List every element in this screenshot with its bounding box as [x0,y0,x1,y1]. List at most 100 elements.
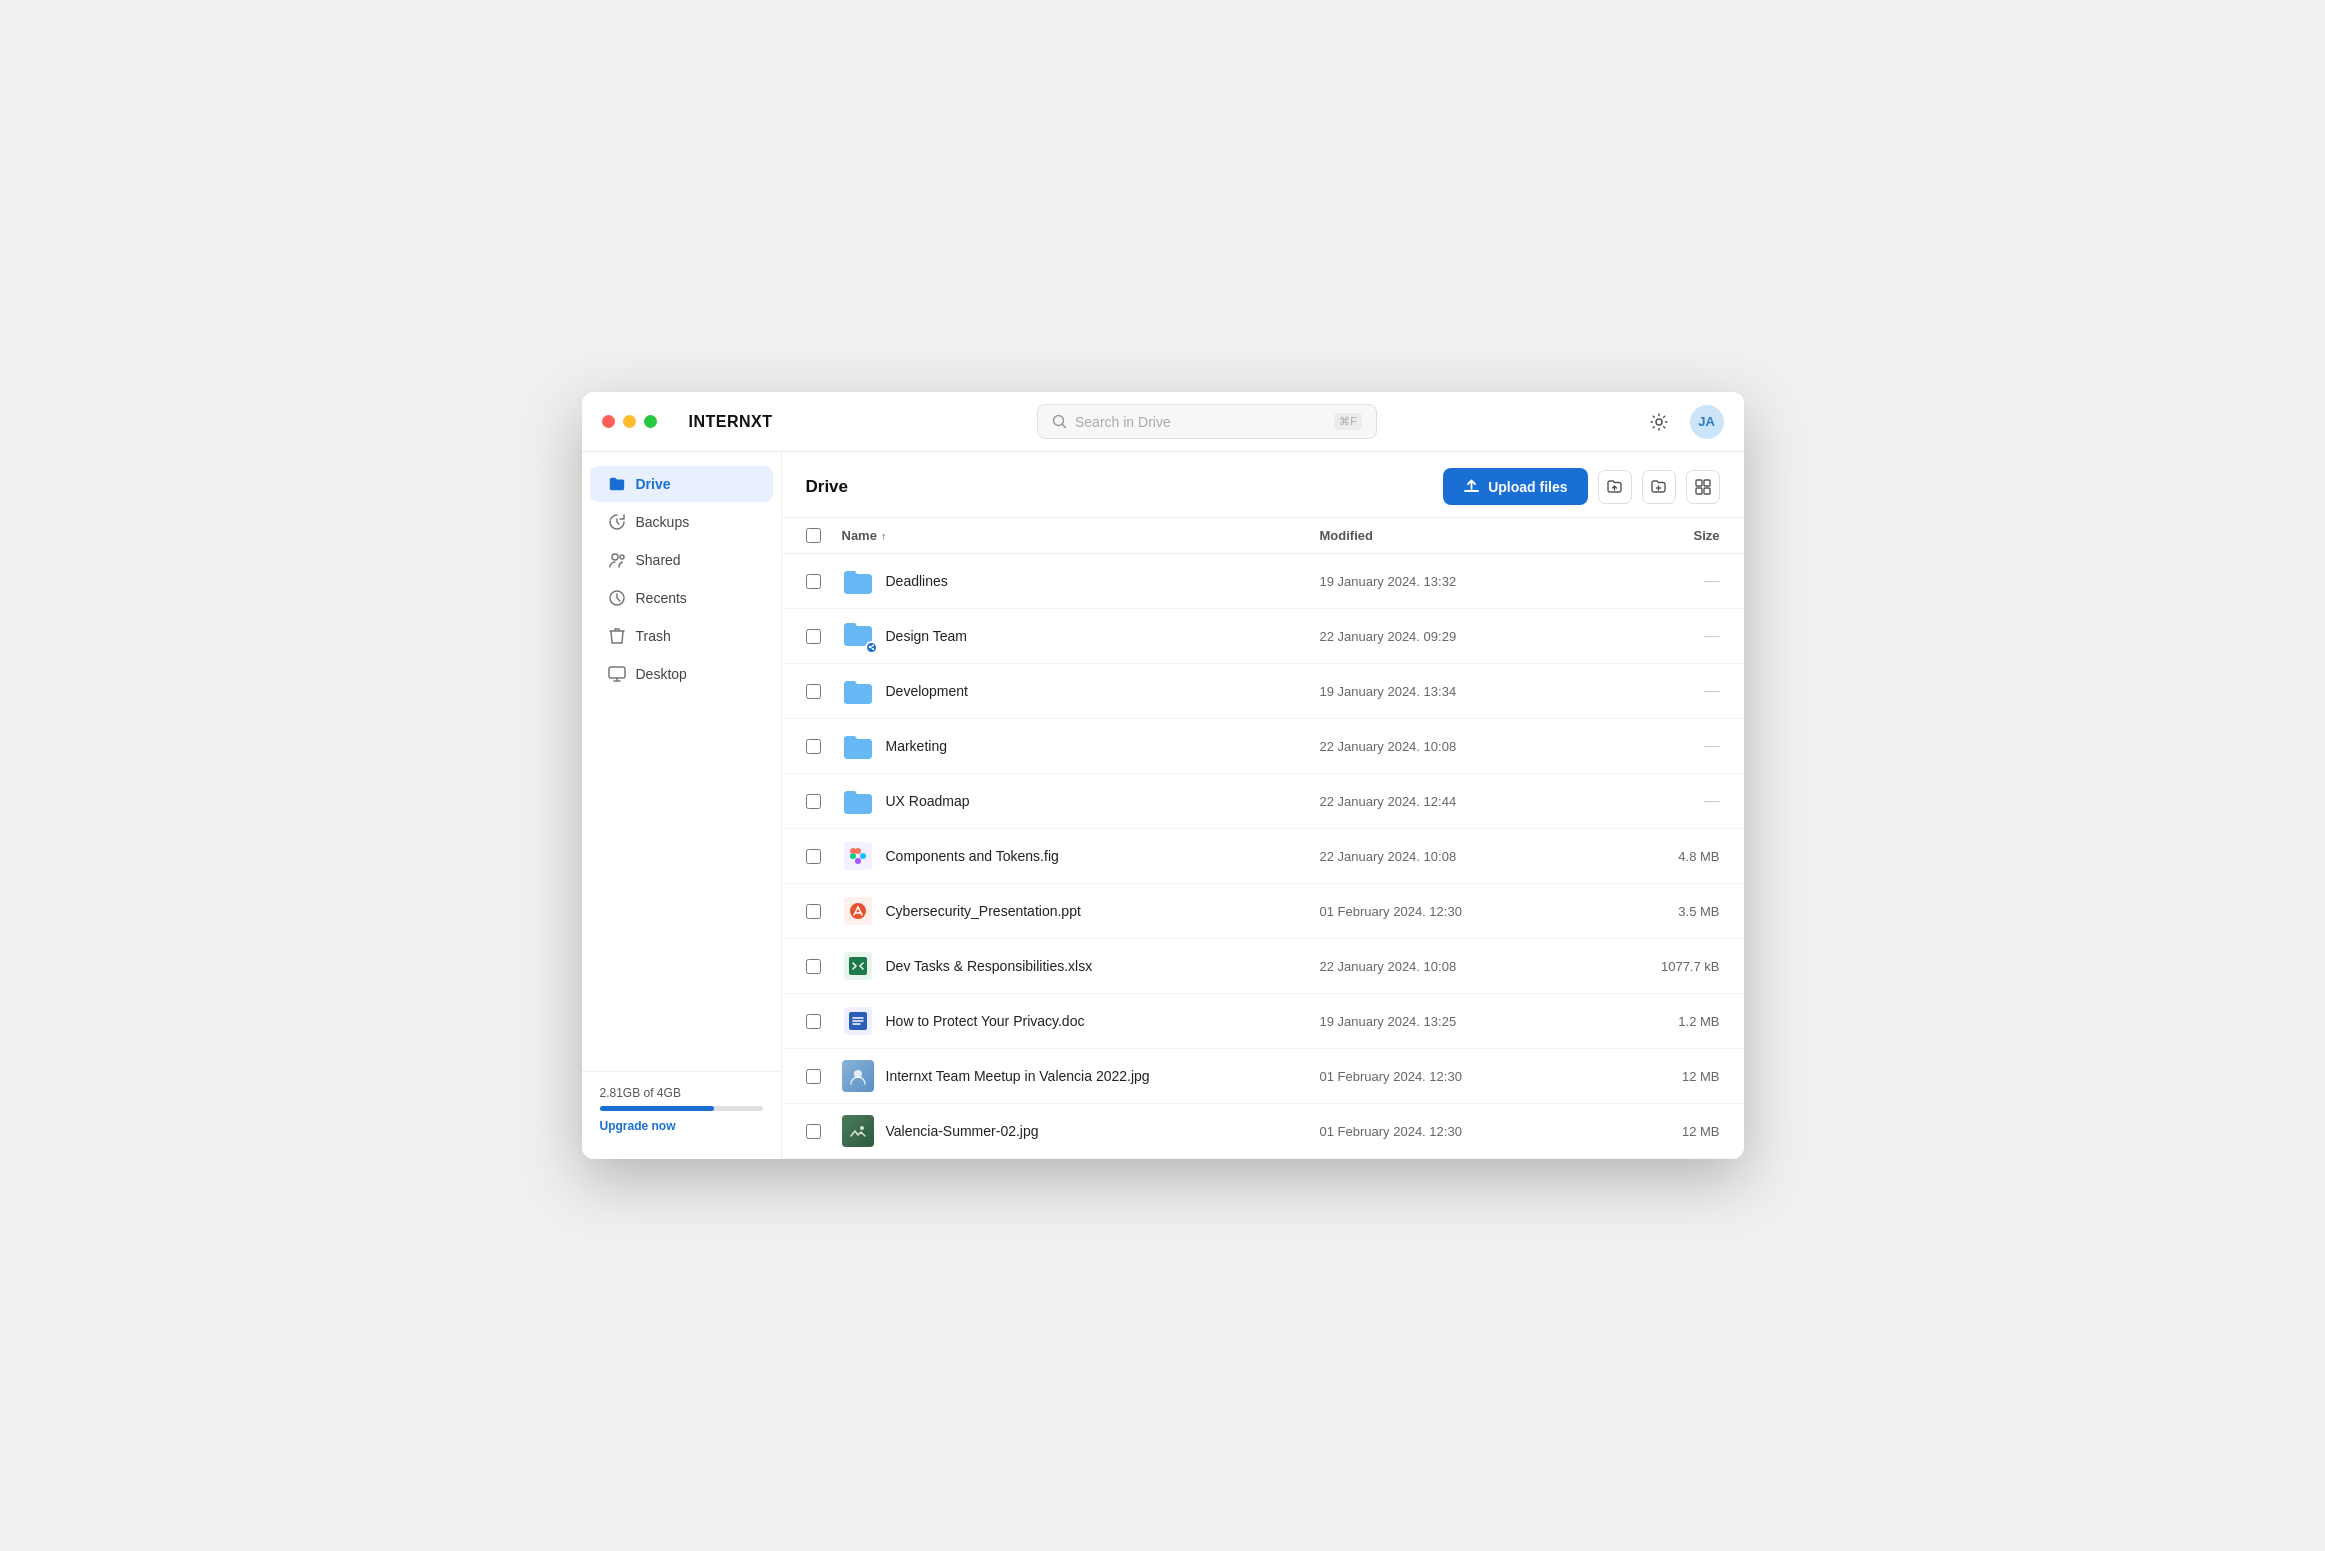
file-modified: 22 January 2024. 09:29 [1320,629,1580,644]
file-row[interactable]: Design Team 22 January 2024. 09:29 — [782,609,1744,664]
folder-upload-icon [1606,478,1623,495]
file-name-text: Marketing [886,738,947,754]
row-checkbox[interactable] [806,629,821,644]
file-row[interactable]: Components and Tokens.fig 22 January 202… [782,829,1744,884]
desktop-icon [608,665,626,683]
shared-badge [865,641,878,654]
file-name-text: Design Team [886,628,967,644]
file-row[interactable]: Marketing 22 January 2024. 10:08 — [782,719,1744,774]
file-size: 12 MB [1580,1124,1720,1139]
upload-files-button[interactable]: Upload files [1443,468,1587,505]
search-icon [1052,414,1067,429]
trash-icon [608,627,626,645]
folder-deadlines-icon [842,565,874,597]
row-checkbox[interactable] [806,959,821,974]
sidebar-desktop-label: Desktop [636,666,687,682]
file-size: — [1580,572,1720,590]
svg-rect-10 [1704,488,1710,494]
svg-point-29 [860,1126,864,1130]
folder-marketing-icon [842,730,874,762]
grid-icon [1695,479,1711,495]
file-row[interactable]: Valencia-Summer-02.jpg 01 February 2024.… [782,1104,1744,1159]
sidebar-footer: 2.81GB of 4GB Upgrade now [582,1071,781,1147]
file-name-text: Valencia-Summer-02.jpg [886,1123,1039,1139]
file-name-text: Internxt Team Meetup in Valencia 2022.jp… [886,1068,1150,1084]
upload-folder-button[interactable] [1598,470,1632,504]
sidebar-item-drive[interactable]: Drive [590,466,773,502]
file-row[interactable]: Internxt Team Meetup in Valencia 2022.jp… [782,1049,1744,1104]
sidebar-item-shared[interactable]: Shared [590,542,773,578]
file-size: — [1580,682,1720,700]
row-checkbox[interactable] [806,739,821,754]
search-bar[interactable]: Search in Drive ⌘F [1037,404,1377,439]
user-avatar[interactable]: JA [1690,405,1724,439]
file-name-text: UX Roadmap [886,793,970,809]
settings-button[interactable] [1642,405,1676,439]
file-size: 4.8 MB [1580,849,1720,864]
modified-column-header[interactable]: Modified [1320,528,1580,543]
file-name-text: Deadlines [886,573,948,589]
folder-design-team-icon [842,620,874,652]
file-size: 3.5 MB [1580,904,1720,919]
size-column-header[interactable]: Size [1580,528,1720,543]
file-name-text: Dev Tasks & Responsibilities.xlsx [886,958,1093,974]
file-modified: 22 January 2024. 10:08 [1320,959,1580,974]
app-logo: INTERNXT [689,413,773,431]
select-all-checkbox[interactable] [806,528,821,543]
file-modified: 01 February 2024. 12:30 [1320,1124,1580,1139]
row-checkbox[interactable] [806,1069,821,1084]
gear-icon [1649,412,1669,432]
maximize-button[interactable] [644,415,657,428]
fig-file-icon [842,840,874,872]
file-row[interactable]: Dev Tasks & Responsibilities.xlsx 22 Jan… [782,939,1744,994]
row-checkbox[interactable] [806,794,821,809]
page-title: Drive [806,477,849,497]
svg-point-20 [860,853,866,859]
sidebar-nav: Drive Backups [582,464,781,1071]
row-checkbox[interactable] [806,684,821,699]
storage-bar-fill [600,1106,714,1111]
sidebar-trash-label: Trash [636,628,671,644]
file-row[interactable]: Deadlines 19 January 2024. 13:32 — [782,554,1744,609]
sidebar-item-backups[interactable]: Backups [590,504,773,540]
sidebar-item-desktop[interactable]: Desktop [590,656,773,692]
backups-icon [608,513,626,531]
xlsx-file-icon [842,950,874,982]
row-checkbox[interactable] [806,574,821,589]
table-header: Name ↑ Modified Size [782,518,1744,554]
content-area: Drive Backups [582,452,1744,1159]
row-checkbox[interactable] [806,849,821,864]
file-name-text: How to Protect Your Privacy.doc [886,1013,1085,1029]
file-size: — [1580,792,1720,810]
file-row[interactable]: How to Protect Your Privacy.doc 19 Janua… [782,994,1744,1049]
header-right: JA [1642,405,1724,439]
sidebar-item-trash[interactable]: Trash [590,618,773,654]
upload-icon [1463,478,1480,495]
file-size: — [1580,737,1720,755]
file-row[interactable]: Cybersecurity_Presentation.ppt 01 Februa… [782,884,1744,939]
row-checkbox[interactable] [806,1014,821,1029]
row-checkbox[interactable] [806,904,821,919]
sidebar-item-recents[interactable]: Recents [590,580,773,616]
upgrade-link[interactable]: Upgrade now [600,1119,763,1133]
storage-bar [600,1106,763,1111]
svg-rect-7 [1696,480,1702,486]
app-window: INTERNXT Search in Drive ⌘F JA [582,392,1744,1159]
new-folder-button[interactable] [1642,470,1676,504]
folder-development-icon [842,675,874,707]
search-shortcut: ⌘F [1334,413,1362,430]
minimize-button[interactable] [623,415,636,428]
name-column-header[interactable]: Name ↑ [842,528,1320,543]
file-modified: 19 January 2024. 13:32 [1320,574,1580,589]
main-actions: Upload files [1443,468,1719,505]
jpg-meetup-icon [842,1060,874,1092]
file-row[interactable]: Development 19 January 2024. 13:34 — [782,664,1744,719]
file-modified: 19 January 2024. 13:25 [1320,1014,1580,1029]
file-row[interactable]: UX Roadmap 22 January 2024. 12:44 — [782,774,1744,829]
sort-icon: ↑ [881,530,887,542]
grid-view-button[interactable] [1686,470,1720,504]
sidebar-shared-label: Shared [636,552,681,568]
shared-icon [608,551,626,569]
row-checkbox[interactable] [806,1124,821,1139]
close-button[interactable] [602,415,615,428]
